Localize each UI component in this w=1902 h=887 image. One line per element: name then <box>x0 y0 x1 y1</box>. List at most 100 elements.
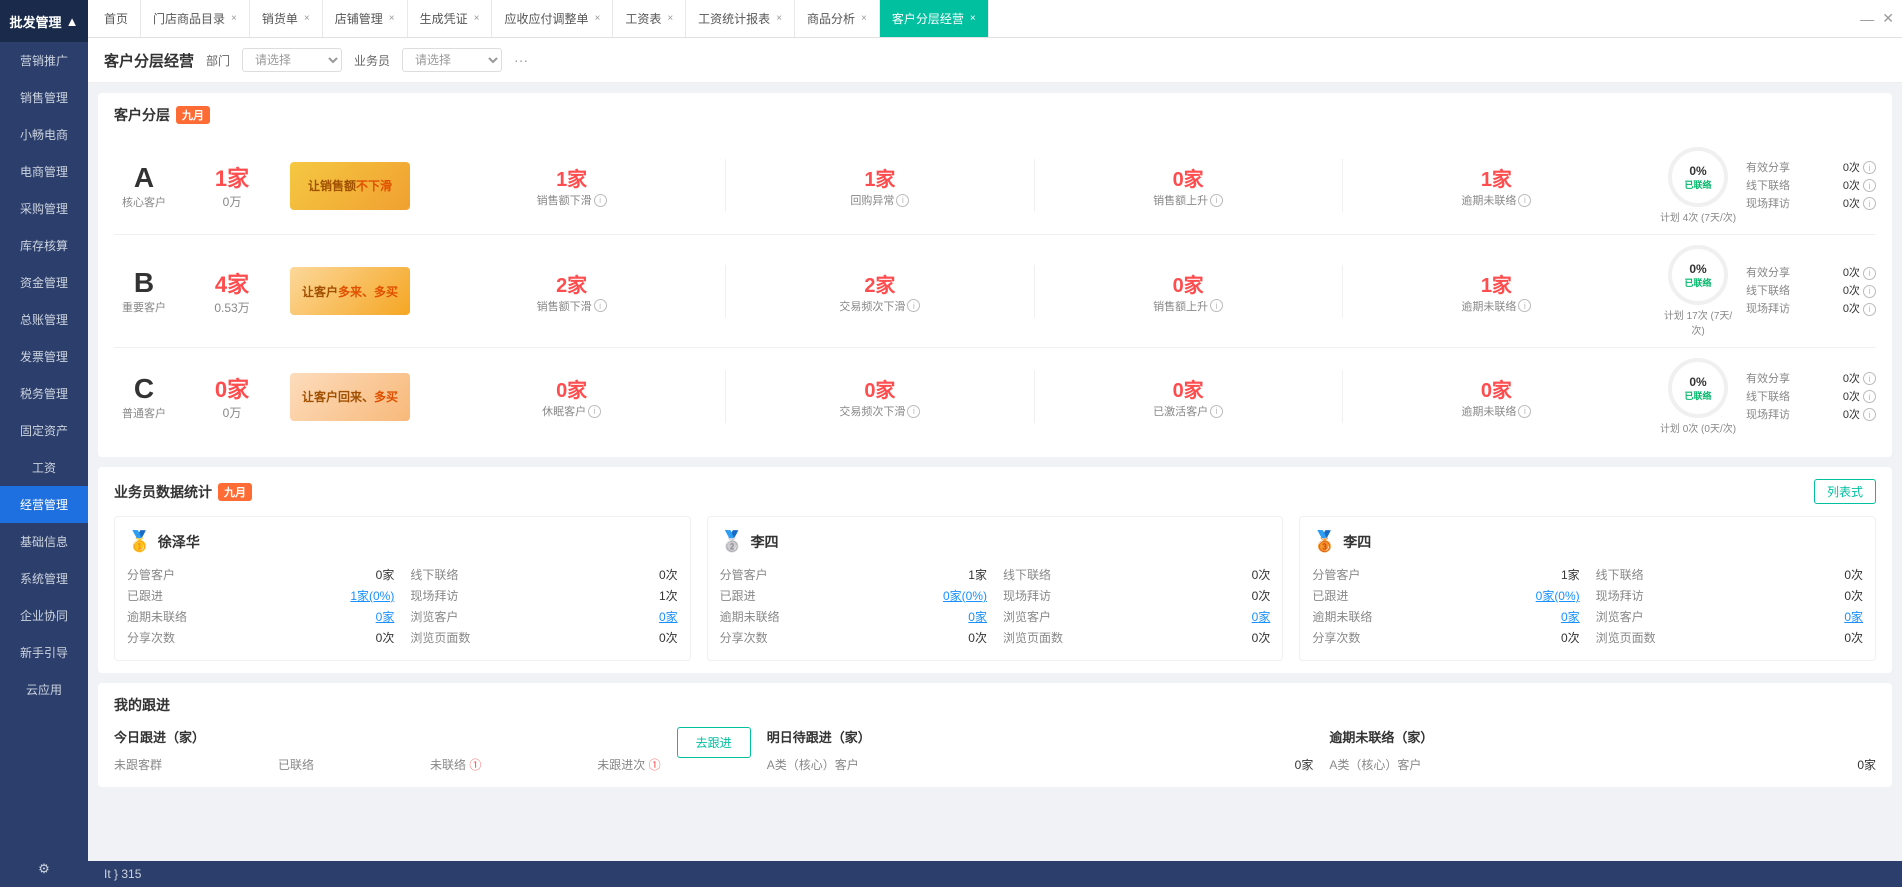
tab-close-商品分析[interactable]: × <box>861 13 867 24</box>
metric-C-2: 0家 已激活客户 i <box>1035 370 1343 423</box>
today-followup-title: 今日跟进（家） <box>114 727 661 746</box>
tier-stat-A: 1家 0万 <box>182 161 282 210</box>
gear-icon: ⚙ <box>38 861 50 876</box>
tier-label-C: C 普通客户 <box>114 373 174 421</box>
sidebar-item-电商管理[interactable]: 电商管理 <box>0 153 88 190</box>
followup-overdue-label: 未跟进次 ① <box>597 756 660 773</box>
overdue-row: A类（核心）客户 0家 <box>1329 754 1876 775</box>
tab-close-工资统计报表[interactable]: × <box>776 13 782 24</box>
tab-客户分层经营[interactable]: 客户分层经营× <box>880 0 989 38</box>
staff-select[interactable]: 请选择 <box>402 48 502 72</box>
sidebar-item-新手引导[interactable]: 新手引导 <box>0 634 88 671</box>
sidebar-item-小畅电商[interactable]: 小畅电商 <box>0 116 88 153</box>
followup-today-row: 未跟客群 已联络 未联络 ① 未跟进次 ① <box>114 754 661 775</box>
sidebar-item-经营管理[interactable]: 经营管理 <box>0 486 88 523</box>
tab-应收应付调整单[interactable]: 应收应付调整单× <box>492 0 613 38</box>
tab-首页[interactable]: 首页 <box>92 0 141 38</box>
tab-bar-end: — ✕ <box>1860 10 1902 27</box>
sidebar-item-发票管理[interactable]: 发票管理 <box>0 338 88 375</box>
tab-工资统计报表[interactable]: 工资统计报表× <box>686 0 795 38</box>
tier-circle-C: 0% 已联络 计划 0次 (0天/次) <box>1658 358 1738 435</box>
minimize-icon[interactable]: — <box>1860 11 1874 27</box>
staff-medal: 🥈 <box>720 529 745 554</box>
main-area: 首页门店商品目录×销货单×店铺管理×生成凭证×应收应付调整单×工资表×工资统计报… <box>88 0 1902 887</box>
tier-right-stats-A: 有效分享 0次 i 线下联络 0次 i 现场拜访 0次 i <box>1746 159 1876 213</box>
tab-商品分析[interactable]: 商品分析× <box>795 0 880 38</box>
staff-stat-left: 分管客户 1家 <box>720 564 987 585</box>
staff-stat-right: 现场拜访 1次 <box>410 585 677 606</box>
tab-close-应收应付调整单[interactable]: × <box>594 13 600 24</box>
tomorrow-a-label: A类（核心）客户 <box>767 756 859 773</box>
sidebar-item-基础信息[interactable]: 基础信息 <box>0 523 88 560</box>
followup-title: 我的跟进 <box>114 695 1876 715</box>
tab-生成凭证[interactable]: 生成凭证× <box>408 0 493 38</box>
sidebar-item-税务管理[interactable]: 税务管理 <box>0 375 88 412</box>
staff-card-2: 🥉 李四 分管客户 1家 已跟进 0家(0%) 逾期未联络 0家 分享次数 0次… <box>1299 516 1876 661</box>
goto-followup-button[interactable]: 去跟进 <box>677 727 751 758</box>
staff-title: 业务员数据统计 九月 <box>114 482 252 502</box>
sidebar-item-工资[interactable]: 工资 <box>0 449 88 486</box>
more-options-icon[interactable]: ··· <box>514 52 528 68</box>
tier-label-B: B 重要客户 <box>114 267 174 315</box>
tab-店铺管理[interactable]: 店铺管理× <box>323 0 408 38</box>
sidebar-item-总账管理[interactable]: 总账管理 <box>0 301 88 338</box>
sidebar-item-库存核算[interactable]: 库存核算 <box>0 227 88 264</box>
tab-close-工资表[interactable]: × <box>667 13 673 24</box>
tomorrow-a-val: 0家 <box>1295 756 1314 773</box>
list-view-button[interactable]: 列表式 <box>1814 479 1876 504</box>
tab-close-店铺管理[interactable]: × <box>389 13 395 24</box>
sidebar-item-营销推广[interactable]: 营销推广 <box>0 42 88 79</box>
followup-section: 我的跟进 今日跟进（家） 未跟客群 已联络 未联络 ① 未跟进次 ① 去跟进 明… <box>98 683 1892 787</box>
staff-medal: 🥇 <box>127 529 152 554</box>
tier-right-stats-C: 有效分享 0次 i 线下联络 0次 i 现场拜访 0次 i <box>1746 370 1876 424</box>
staff-stat-left: 分管客户 0家 <box>127 564 394 585</box>
tab-close-生成凭证[interactable]: × <box>474 13 480 24</box>
close-all-icon[interactable]: ✕ <box>1882 10 1894 27</box>
staff-stat-right: 现场拜访 0次 <box>1003 585 1270 606</box>
staff-stat-left: 逾期未联络 0家 <box>1312 606 1579 627</box>
tier-stat-C: 0家 0万 <box>182 372 282 421</box>
staff-stats-section: 业务员数据统计 九月 列表式 🥇 徐泽华 分管客户 0家 已跟进 1家(0%) … <box>98 467 1892 673</box>
overdue-a-val: 0家 <box>1857 756 1876 773</box>
staff-stat-right: 浏览客户 0家 <box>1003 606 1270 627</box>
sidebar-item-采购管理[interactable]: 采购管理 <box>0 190 88 227</box>
sidebar-item-固定资产[interactable]: 固定资产 <box>0 412 88 449</box>
tab-close-销货单[interactable]: × <box>304 13 310 24</box>
tier-shape-C: 让客户回来、多买 <box>290 373 410 421</box>
tab-close-客户分层经营[interactable]: × <box>970 13 976 24</box>
staff-stat-right: 浏览页面数 0次 <box>410 627 677 648</box>
sidebar-item-企业协同[interactable]: 企业协同 <box>0 597 88 634</box>
tier-shape-A: 让销售额不下滑 <box>290 162 410 210</box>
overdue-a-label: A类（核心）客户 <box>1329 756 1421 773</box>
tab-close-门店商品目录[interactable]: × <box>231 13 237 24</box>
tab-工资表[interactable]: 工资表× <box>613 0 686 38</box>
staff-right-col: 线下联络 0次 现场拜访 1次 浏览客户 0家 浏览页面数 0次 <box>410 564 677 648</box>
dept-select[interactable]: 请选择 <box>242 48 342 72</box>
sidebar-settings[interactable]: ⚙ <box>0 851 88 887</box>
staff-stats-grid: 分管客户 1家 已跟进 0家(0%) 逾期未联络 0家 分享次数 0次 线下联络… <box>720 564 1271 648</box>
staff-stat-left: 分享次数 0次 <box>127 627 394 648</box>
metric-A-1: 1家 回购异常 i <box>726 159 1034 212</box>
sidebar-item-云应用[interactable]: 云应用 <box>0 671 88 708</box>
staff-stat-right: 线下联络 0次 <box>1003 564 1270 585</box>
metric-A-2: 0家 销售额上升 i <box>1035 159 1343 212</box>
sidebar-item-资金管理[interactable]: 资金管理 <box>0 264 88 301</box>
staff-name: 李四 <box>751 532 779 552</box>
month-badge: 九月 <box>176 106 210 124</box>
staff-name-row: 🥈 李四 <box>720 529 1271 554</box>
sidebar-item-销售管理[interactable]: 销售管理 <box>0 79 88 116</box>
staff-name-row: 🥉 李四 <box>1312 529 1863 554</box>
goto-followup-col: 去跟进 <box>677 727 751 758</box>
staff-stat-left: 逾期未联络 0家 <box>127 606 394 627</box>
tier-metrics-A: 1家 销售额下滑 i 1家 回购异常 i 0家 销售额上升 i 1家 逾期未联络… <box>418 159 1650 212</box>
sidebar-item-系统管理[interactable]: 系统管理 <box>0 560 88 597</box>
staff-label: 业务员 <box>354 52 390 69</box>
metric-A-0: 1家 销售额下滑 i <box>418 159 726 212</box>
tab-门店商品目录[interactable]: 门店商品目录× <box>141 0 250 38</box>
metric-A-3: 1家 逾期未联络 i <box>1343 159 1650 212</box>
tab-销货单[interactable]: 销货单× <box>250 0 323 38</box>
followup-grid: 今日跟进（家） 未跟客群 已联络 未联络 ① 未跟进次 ① 去跟进 明日待跟进（… <box>114 727 1876 775</box>
sidebar-arrow-icon: ▲ <box>66 14 79 29</box>
staff-card-1: 🥈 李四 分管客户 1家 已跟进 0家(0%) 逾期未联络 0家 分享次数 0次… <box>707 516 1284 661</box>
followup-contacted: 已联络 <box>278 756 314 773</box>
